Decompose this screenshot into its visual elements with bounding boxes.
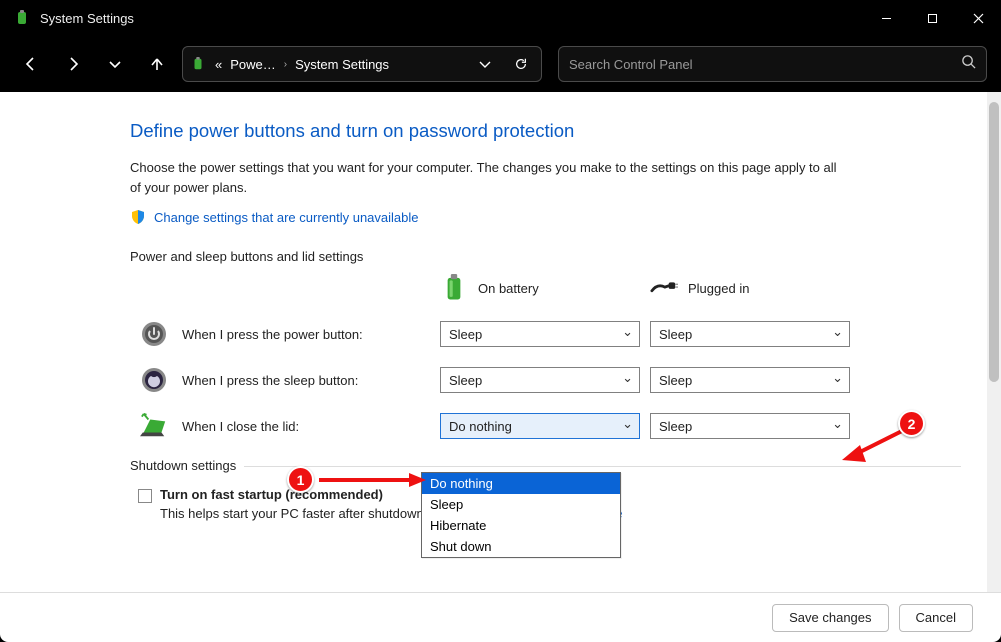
battery-icon [440,274,468,302]
sleep-icon [140,366,168,394]
app-icon [14,10,30,26]
breadcrumb-prefix: « [215,57,222,72]
recent-button[interactable] [98,47,132,81]
plug-icon [650,274,678,302]
content-area: Define power buttons and turn on passwor… [0,92,1001,592]
annotation-badge-1: 1 [287,466,314,493]
forward-button[interactable] [56,47,90,81]
annotation-arrow-1 [314,470,426,490]
search-input[interactable] [569,57,961,72]
select-sleep-battery[interactable]: Sleep [440,367,640,393]
dropdown-option-shut-down[interactable]: Shut down [422,536,620,557]
select-lid-plugged[interactable]: Sleep [650,413,850,439]
column-header-plugged-label: Plugged in [688,281,749,296]
dropdown-option-sleep[interactable]: Sleep [422,494,620,515]
dropdown-option-hibernate[interactable]: Hibernate [422,515,620,536]
select-sleep-plugged[interactable]: Sleep [650,367,850,393]
up-button[interactable] [140,47,174,81]
lid-battery-dropdown[interactable]: Do nothing Sleep Hibernate Shut down [421,472,621,558]
window-title: System Settings [40,11,863,26]
search-icon[interactable] [961,54,976,74]
row-power-label: When I press the power button: [182,327,363,342]
section-label: Power and sleep buttons and lid settings [130,249,961,264]
column-header-battery: On battery [440,274,640,302]
breadcrumb-part1[interactable]: Powe… [230,57,276,72]
change-settings-link[interactable]: Change settings that are currently unava… [154,210,419,225]
minimize-button[interactable] [863,0,909,36]
select-power-plugged[interactable]: Sleep [650,321,850,347]
navbar: « Powe… › System Settings [0,36,1001,92]
maximize-button[interactable] [909,0,955,36]
chevron-right-icon: › [284,59,287,70]
fast-startup-checkbox[interactable] [138,489,152,503]
row-lid-label: When I close the lid: [182,419,299,434]
cancel-button[interactable]: Cancel [899,604,973,632]
footer: Save changes Cancel [0,592,1001,642]
row-sleep-label: When I press the sleep button: [182,373,358,388]
column-header-plugged: Plugged in [650,274,850,302]
refresh-button[interactable] [507,50,535,78]
scrollbar[interactable] [987,92,1001,592]
dropdown-option-do-nothing[interactable]: Do nothing [422,473,620,494]
search-bar[interactable] [558,46,987,82]
page-heading: Define power buttons and turn on passwor… [130,120,961,142]
shield-icon [130,209,146,225]
power-icon [140,320,168,348]
back-button[interactable] [14,47,48,81]
column-header-battery-label: On battery [478,281,539,296]
page-description: Choose the power settings that you want … [130,158,850,197]
shutdown-section-label: Shutdown settings [130,458,244,473]
address-dropdown-button[interactable] [471,50,499,78]
titlebar: System Settings [0,0,1001,36]
close-button[interactable] [955,0,1001,36]
select-power-battery[interactable]: Sleep [440,321,640,347]
scrollbar-thumb[interactable] [989,102,999,382]
battery-icon [189,55,207,73]
select-lid-battery[interactable]: Do nothing [440,413,640,439]
save-button[interactable]: Save changes [772,604,888,632]
annotation-badge-2: 2 [898,410,925,437]
lid-icon [140,412,168,440]
address-bar[interactable]: « Powe… › System Settings [182,46,542,82]
breadcrumb-part2[interactable]: System Settings [295,57,389,72]
